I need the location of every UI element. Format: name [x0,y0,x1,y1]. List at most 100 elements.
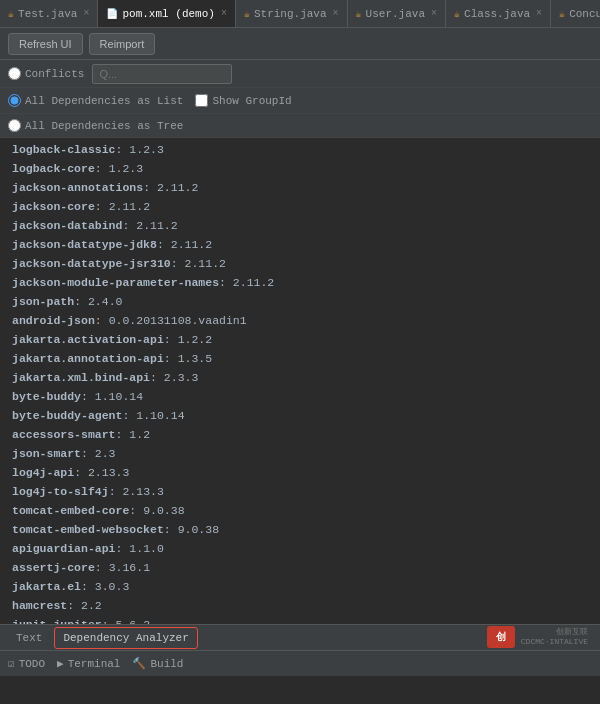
tab-pom-xml[interactable]: 📄pom.xml (demo)× [98,0,235,27]
dep-item-11[interactable]: jakarta.annotation-api : 1.3.5 [0,349,600,368]
todo-icon: ☑ [8,657,15,670]
tab-close-string-java[interactable]: × [333,8,339,19]
tab-icon-test-java: ☕ [8,8,14,20]
text-bottom-tab[interactable]: Text [8,627,50,649]
dep-name-9: android-json [12,312,95,329]
dep-name-22: assertj-core [12,559,95,576]
brand-text: 创新互联 CDCMC·INTALIVE [521,627,588,648]
dep-version-14: : 1.10.14 [122,407,184,424]
dep-item-12[interactable]: jakarta.xml.bind-api : 2.3.3 [0,368,600,387]
dependency-analyzer-tab-label: Dependency Analyzer [63,632,188,644]
show-groupid-checkbox-group: Show GroupId [195,94,291,107]
toolbar: Refresh UI Reimport [0,28,600,60]
dep-item-5[interactable]: jackson-datatype-jdk8 : 2.11.2 [0,235,600,254]
dep-version-6: : 2.11.2 [171,255,226,272]
all-deps-tree-radio[interactable] [8,119,21,132]
tab-label-test-java: Test.java [18,8,77,20]
dep-item-10[interactable]: jakarta.activation-api : 1.2.2 [0,330,600,349]
dep-name-20: tomcat-embed-websocket [12,521,164,538]
all-deps-tree-label: All Dependencies as Tree [25,120,183,132]
dep-version-3: : 2.11.2 [95,198,150,215]
tab-label-concurrenthashmap-java: ConcurrentHashMap.java [569,8,600,20]
conflicts-radio[interactable] [8,67,21,80]
dep-name-7: jackson-module-parameter-names [12,274,219,291]
dep-name-8: json-path [12,293,74,310]
dep-item-2[interactable]: jackson-annotations : 2.11.2 [0,178,600,197]
all-deps-tree-radio-group: All Dependencies as Tree [8,119,183,132]
dep-item-18[interactable]: log4j-to-slf4j : 2.13.3 [0,482,600,501]
dep-version-2: : 2.11.2 [143,179,198,196]
refresh-ui-button[interactable]: Refresh UI [8,33,83,55]
tab-class-java[interactable]: ☕ Class.java × [446,0,551,27]
dependency-analyzer-bottom-tab[interactable]: Dependency Analyzer [54,627,197,649]
dep-item-19[interactable]: tomcat-embed-core : 9.0.38 [0,501,600,520]
filter-row: Conflicts [0,60,600,88]
tab-icon-user-java: ☕ [356,8,362,20]
dep-item-3[interactable]: jackson-core : 2.11.2 [0,197,600,216]
dep-version-17: : 2.13.3 [74,464,129,481]
dep-version-23: : 3.0.3 [81,578,129,595]
tab-test-java[interactable]: ☕ Test.java × [0,0,98,27]
dep-name-11: jakarta.annotation-api [12,350,164,367]
tab-string-java[interactable]: ☕ String.java × [236,0,348,27]
dep-name-24: hamcrest [12,597,67,614]
dep-item-20[interactable]: tomcat-embed-websocket : 9.0.38 [0,520,600,539]
tab-close-test-java[interactable]: × [83,8,89,19]
build-icon: 🔨 [132,657,146,670]
search-input[interactable] [92,64,232,84]
dep-name-21: apiguardian-api [12,540,116,557]
dep-item-15[interactable]: accessors-smart : 1.2 [0,425,600,444]
tab-close-class-java[interactable]: × [536,8,542,19]
tab-close-pom-xml[interactable]: × [221,8,227,19]
build-status-item[interactable]: 🔨 Build [132,657,183,670]
all-deps-list-radio-group: All Dependencies as List [8,94,183,107]
dep-version-5: : 2.11.2 [157,236,212,253]
dep-version-1: : 1.2.3 [95,160,143,177]
brand-logo: 创 [487,626,515,648]
dep-item-0[interactable]: logback-classic : 1.2.3 [0,140,600,159]
tab-concurrenthashmap-java[interactable]: ☕ConcurrentHashMap.java× [551,0,600,27]
dep-item-1[interactable]: logback-core : 1.2.3 [0,159,600,178]
dep-name-16: json-smart [12,445,81,462]
todo-status-item[interactable]: ☑ TODO [8,657,45,670]
tab-icon-pom-xml: 📄 [106,8,118,20]
dep-version-12: : 2.3.3 [150,369,198,386]
all-deps-list-radio[interactable] [8,94,21,107]
tab-label-string-java: String.java [254,8,327,20]
tab-label-class-java: Class.java [464,8,530,20]
dep-item-9[interactable]: android-json : 0.0.20131108.vaadin1 [0,311,600,330]
dep-item-4[interactable]: jackson-databind : 2.11.2 [0,216,600,235]
dep-item-13[interactable]: byte-buddy : 1.10.14 [0,387,600,406]
dep-name-13: byte-buddy [12,388,81,405]
dep-item-16[interactable]: json-smart : 2.3 [0,444,600,463]
dep-item-24[interactable]: hamcrest : 2.2 [0,596,600,615]
dep-item-7[interactable]: jackson-module-parameter-names : 2.11.2 [0,273,600,292]
dep-version-0: : 1.2.3 [116,141,164,158]
dep-item-22[interactable]: assertj-core : 3.16.1 [0,558,600,577]
dep-item-6[interactable]: jackson-datatype-jsr310 : 2.11.2 [0,254,600,273]
text-tab-label: Text [16,632,42,644]
conflicts-label: Conflicts [25,68,84,80]
dep-name-10: jakarta.activation-api [12,331,164,348]
dep-item-23[interactable]: jakarta.el : 3.0.3 [0,577,600,596]
tab-icon-string-java: ☕ [244,8,250,20]
dep-version-4: : 2.11.2 [122,217,177,234]
show-groupid-checkbox[interactable] [195,94,208,107]
dep-name-17: log4j-api [12,464,74,481]
dep-version-7: : 2.11.2 [219,274,274,291]
dep-item-21[interactable]: apiguardian-api : 1.1.0 [0,539,600,558]
dep-name-0: logback-classic [12,141,116,158]
dep-item-14[interactable]: byte-buddy-agent : 1.10.14 [0,406,600,425]
dep-item-8[interactable]: json-path : 2.4.0 [0,292,600,311]
terminal-status-item[interactable]: ▶ Terminal [57,657,120,670]
tab-user-java[interactable]: ☕User.java× [348,0,446,27]
dependency-list-container[interactable]: logback-classic : 1.2.3logback-core : 1.… [0,138,600,650]
dep-item-17[interactable]: log4j-api : 2.13.3 [0,463,600,482]
brand-watermark: 创 创新互联 CDCMC·INTALIVE [487,626,588,648]
reimport-button[interactable]: Reimport [89,33,156,55]
dep-name-19: tomcat-embed-core [12,502,129,519]
tab-icon-class-java: ☕ [454,8,460,20]
dep-version-10: : 1.2.2 [164,331,212,348]
tab-close-user-java[interactable]: × [431,8,437,19]
dep-version-16: : 2.3 [81,445,116,462]
